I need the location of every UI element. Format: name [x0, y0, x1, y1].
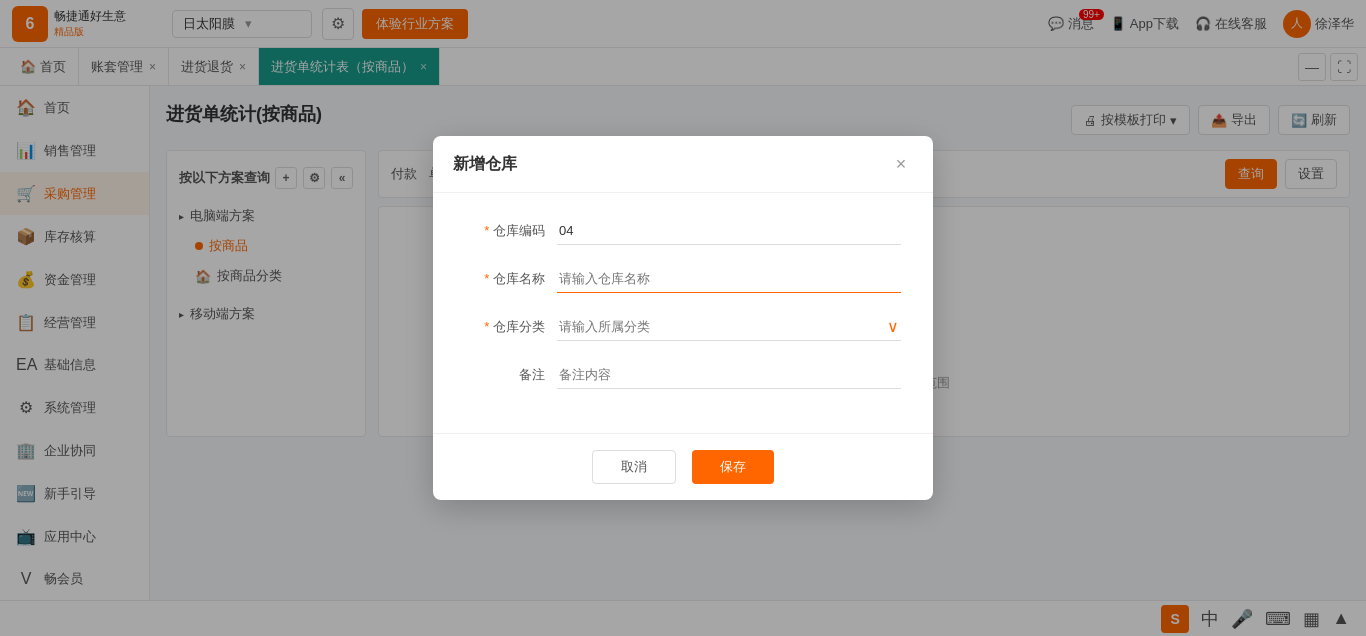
modal-header: 新增仓库 × [433, 136, 933, 193]
form-row-remark: 备注 [465, 361, 901, 389]
warehouse-name-label: 仓库名称 [465, 270, 545, 288]
warehouse-name-input[interactable] [557, 265, 901, 293]
form-row-name: 仓库名称 [465, 265, 901, 293]
save-button[interactable]: 保存 [692, 450, 774, 484]
warehouse-category-select[interactable]: ∨ [557, 313, 901, 341]
remark-input[interactable] [557, 361, 901, 389]
modal-body: 仓库编码 仓库名称 仓库分类 ∨ 备注 [433, 193, 933, 433]
cancel-button[interactable]: 取消 [592, 450, 676, 484]
form-row-category: 仓库分类 ∨ [465, 313, 901, 341]
modal-overlay: 新增仓库 × 仓库编码 仓库名称 仓库分类 ∨ [0, 0, 1366, 636]
remark-label: 备注 [465, 366, 545, 384]
category-dropdown-arrow: ∨ [887, 317, 899, 336]
modal-title: 新增仓库 [453, 154, 517, 175]
warehouse-code-input[interactable] [557, 217, 901, 245]
warehouse-category-label: 仓库分类 [465, 318, 545, 336]
warehouse-category-input[interactable] [559, 319, 887, 334]
modal-footer: 取消 保存 [433, 433, 933, 500]
warehouse-code-label: 仓库编码 [465, 222, 545, 240]
new-warehouse-modal: 新增仓库 × 仓库编码 仓库名称 仓库分类 ∨ [433, 136, 933, 500]
modal-close-btn[interactable]: × [889, 152, 913, 176]
form-row-code: 仓库编码 [465, 217, 901, 245]
